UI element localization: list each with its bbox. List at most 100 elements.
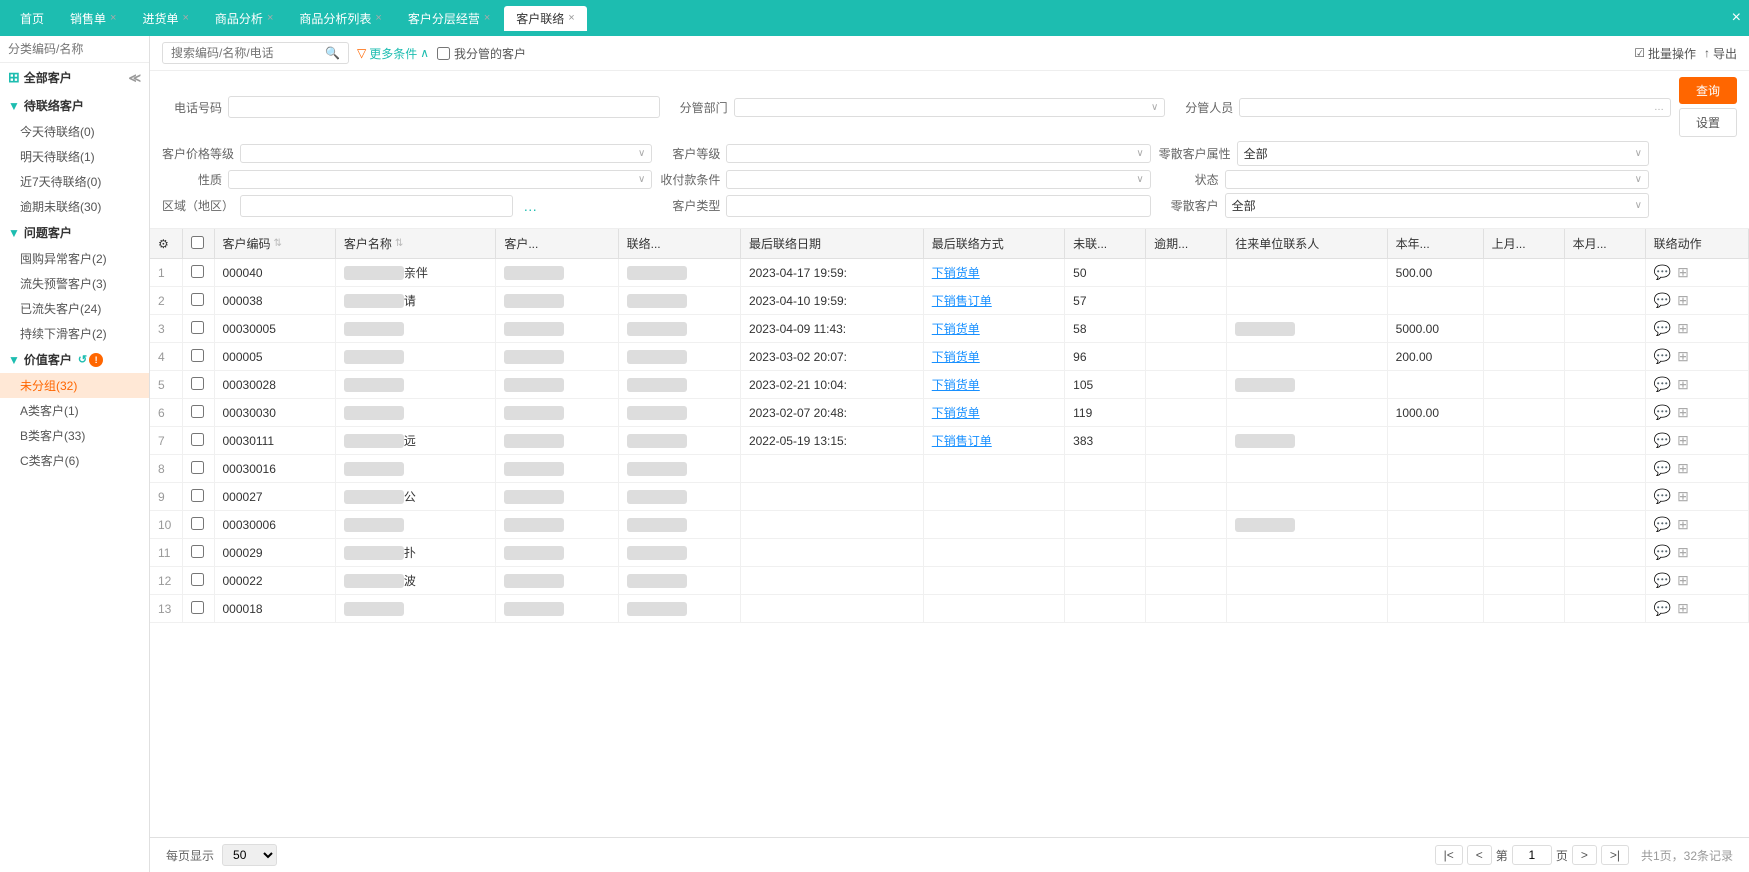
- tab-customer-contact[interactable]: 客户联络 ×: [504, 6, 586, 31]
- chat-icon[interactable]: 💬: [1654, 572, 1671, 589]
- more-actions-icon[interactable]: ⊞: [1677, 572, 1689, 589]
- close-sales-tab-icon[interactable]: ×: [110, 12, 116, 24]
- retail-attr-select[interactable]: 全部 ∨: [1237, 141, 1649, 166]
- sidebar-item-today-pending[interactable]: 今天待联络(0): [0, 119, 149, 144]
- row-checkbox[interactable]: [191, 517, 204, 530]
- more-actions-icon[interactable]: ⊞: [1677, 404, 1689, 421]
- tab-customer-tier[interactable]: 客户分层经营 ×: [396, 6, 502, 31]
- last-contact-method[interactable]: 下销货单: [932, 322, 980, 336]
- more-actions-icon[interactable]: ⊞: [1677, 600, 1689, 617]
- nature-select[interactable]: ∨: [228, 170, 652, 189]
- sidebar-item-declining[interactable]: 持续下滑客户(2): [0, 321, 149, 346]
- last-contact-method[interactable]: 下销货单: [932, 406, 980, 420]
- checkbox-cell[interactable]: [182, 511, 214, 539]
- pending-contact-group[interactable]: ▼ 待联络客户: [0, 92, 149, 119]
- sidebar-search-input[interactable]: [8, 42, 150, 56]
- more-conditions-btn[interactable]: ▽ 更多条件 ∧: [357, 45, 429, 62]
- more-actions-icon[interactable]: ⊞: [1677, 488, 1689, 505]
- row-checkbox[interactable]: [191, 293, 204, 306]
- sidebar-collapse-icon[interactable]: ≪: [128, 71, 141, 85]
- area-input[interactable]: [240, 195, 513, 217]
- chat-icon[interactable]: 💬: [1654, 600, 1671, 617]
- close-product-list-tab-icon[interactable]: ×: [375, 12, 381, 24]
- row-checkbox[interactable]: [191, 461, 204, 474]
- last-contact-method[interactable]: 下销货单: [932, 350, 980, 364]
- first-page-btn[interactable]: |<: [1435, 845, 1463, 865]
- chat-icon[interactable]: 💬: [1654, 544, 1671, 561]
- last-page-btn[interactable]: >|: [1601, 845, 1629, 865]
- checkbox-cell[interactable]: [182, 427, 214, 455]
- more-actions-icon[interactable]: ⊞: [1677, 348, 1689, 365]
- tab-product-analysis-list[interactable]: 商品分析列表 ×: [287, 6, 393, 31]
- method-cell[interactable]: 下销售订单: [923, 427, 1064, 455]
- checkbox-cell[interactable]: [182, 259, 214, 287]
- my-customers-checkbox[interactable]: [437, 47, 450, 60]
- more-actions-icon[interactable]: ⊞: [1677, 544, 1689, 561]
- sidebar-item-churned[interactable]: 已流失客户(24): [0, 296, 149, 321]
- problem-customers-group[interactable]: ▼ 问题客户: [0, 219, 149, 246]
- chat-icon[interactable]: 💬: [1654, 488, 1671, 505]
- reset-button[interactable]: 设置: [1679, 108, 1737, 137]
- checkbox-cell[interactable]: [182, 455, 214, 483]
- chat-icon[interactable]: 💬: [1654, 320, 1671, 337]
- more-actions-icon[interactable]: ⊞: [1677, 320, 1689, 337]
- last-contact-method[interactable]: 下销售订单: [932, 434, 992, 448]
- sidebar-item-7days-pending[interactable]: 近7天待联络(0): [0, 169, 149, 194]
- row-checkbox[interactable]: [191, 601, 204, 614]
- row-checkbox[interactable]: [191, 545, 204, 558]
- chat-icon[interactable]: 💬: [1654, 376, 1671, 393]
- row-checkbox[interactable]: [191, 377, 204, 390]
- checkbox-cell[interactable]: [182, 287, 214, 315]
- sidebar-item-tomorrow-pending[interactable]: 明天待联络(1): [0, 144, 149, 169]
- all-customers-header[interactable]: ⊞ 全部客户 ≪: [0, 63, 149, 92]
- checkbox-cell[interactable]: [182, 399, 214, 427]
- close-customer-tier-tab-icon[interactable]: ×: [484, 12, 490, 24]
- tab-home[interactable]: 首页: [8, 6, 56, 31]
- chat-icon[interactable]: 💬: [1654, 516, 1671, 533]
- chat-icon[interactable]: 💬: [1654, 348, 1671, 365]
- checkbox-cell[interactable]: [182, 343, 214, 371]
- close-customer-contact-tab-icon[interactable]: ×: [568, 12, 574, 24]
- checkbox-cell[interactable]: [182, 371, 214, 399]
- batch-ops-btn[interactable]: ☑ 批量操作: [1634, 45, 1696, 62]
- checkbox-cell[interactable]: [182, 483, 214, 511]
- select-all-checkbox[interactable]: [191, 236, 204, 249]
- customer-type-input[interactable]: [726, 195, 1150, 217]
- row-checkbox[interactable]: [191, 265, 204, 278]
- payment-select[interactable]: ∨: [726, 170, 1150, 189]
- row-checkbox[interactable]: [191, 433, 204, 446]
- customer-level-select[interactable]: ∨: [726, 144, 1150, 163]
- last-contact-method[interactable]: 下销货单: [932, 266, 980, 280]
- sidebar-item-ungrouped[interactable]: 未分组(32): [0, 373, 149, 398]
- status-select[interactable]: ∨: [1225, 170, 1649, 189]
- last-contact-method[interactable]: 下销售订单: [932, 294, 992, 308]
- row-checkbox[interactable]: [191, 349, 204, 362]
- more-actions-icon[interactable]: ⊞: [1677, 432, 1689, 449]
- search-icon[interactable]: 🔍: [325, 46, 340, 60]
- row-checkbox[interactable]: [191, 489, 204, 502]
- page-size-select[interactable]: 50 100 200: [222, 844, 277, 866]
- person-select[interactable]: …: [1239, 98, 1671, 117]
- row-checkbox[interactable]: [191, 573, 204, 586]
- phone-input[interactable]: [228, 96, 660, 118]
- next-page-btn[interactable]: >: [1572, 845, 1597, 865]
- chat-icon[interactable]: 💬: [1654, 404, 1671, 421]
- sidebar-item-abnormal-hoarding[interactable]: 囤购异常客户(2): [0, 246, 149, 271]
- window-close-icon[interactable]: ×: [1732, 9, 1741, 27]
- value-customers-group[interactable]: ▼ 价值客户 ↺ !: [0, 346, 149, 373]
- close-product-analysis-tab-icon[interactable]: ×: [267, 12, 273, 24]
- more-actions-icon[interactable]: ⊞: [1677, 460, 1689, 477]
- gear-icon[interactable]: ⚙: [158, 237, 169, 251]
- method-cell[interactable]: 下销货单: [923, 259, 1064, 287]
- more-actions-icon[interactable]: ⊞: [1677, 292, 1689, 309]
- page-input[interactable]: [1512, 845, 1552, 865]
- sidebar-item-churn-warning[interactable]: 流失预警客户(3): [0, 271, 149, 296]
- more-actions-icon[interactable]: ⊞: [1677, 376, 1689, 393]
- method-cell[interactable]: 下销货单: [923, 371, 1064, 399]
- refresh-icon[interactable]: ↺: [78, 353, 87, 367]
- chat-icon[interactable]: 💬: [1654, 460, 1671, 477]
- export-btn[interactable]: ↑ 导出: [1704, 45, 1737, 62]
- prev-page-btn[interactable]: <: [1467, 845, 1492, 865]
- tab-product-analysis[interactable]: 商品分析 ×: [203, 6, 285, 31]
- method-cell[interactable]: 下销货单: [923, 343, 1064, 371]
